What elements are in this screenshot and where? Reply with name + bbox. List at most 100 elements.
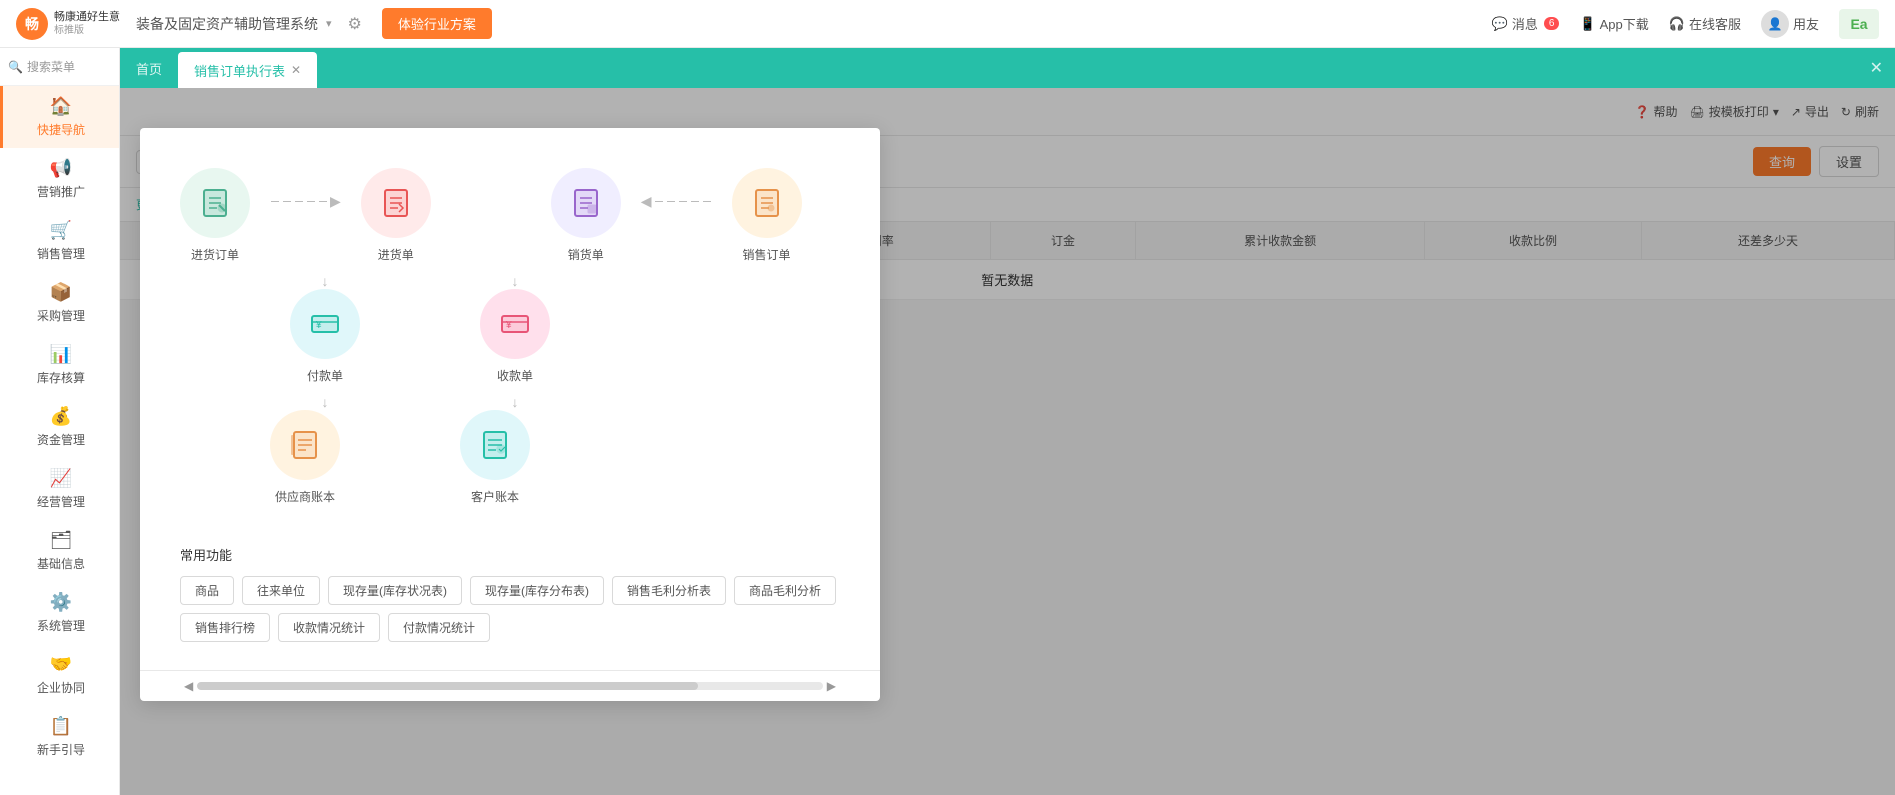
sales-bill-circle[interactable] (551, 168, 621, 238)
settings-icon[interactable]: ⚙ (348, 14, 362, 34)
tab-bar-close-icon[interactable]: ✕ (1870, 58, 1883, 78)
message-icon: 💬 (1492, 16, 1508, 32)
purchase-order-label: 进货订单 (191, 246, 239, 263)
btn-sales-rank[interactable]: 销售排行榜 (180, 613, 270, 642)
flow-node-purchase-order[interactable]: 进货订单 (180, 168, 250, 263)
supplier-ledger-circle[interactable] (270, 410, 340, 480)
megaphone-icon: 📢 (50, 158, 72, 179)
customer-ledger-circle[interactable] (460, 410, 530, 480)
trending-icon: 📈 (50, 468, 72, 489)
receipt-bill-circle[interactable]: ¥ (480, 289, 550, 359)
folder-icon: 🗂 (50, 530, 73, 551)
scroll-right-icon[interactable]: ▶ (823, 679, 840, 693)
system-dropdown-arrow[interactable]: ▾ (326, 17, 332, 30)
common-functions-title: 常用功能 (180, 545, 840, 564)
header-right: 💬 消息 6 📱 App下载 🎧 在线客服 👤 用友 Ea (1492, 9, 1879, 39)
system-title-area: 装备及固定资产辅助管理系统 ▾ ⚙ 体验行业方案 (136, 8, 1492, 39)
sidebar: 🔍 搜索菜单 🏠 快捷导航 📢 营销推广 🛒 销售管理 📦 采购管理 📊 库存核… (0, 48, 120, 795)
tab-home[interactable]: 首页 (120, 48, 178, 88)
sidebar-item-marketing[interactable]: 📢 营销推广 (0, 148, 119, 210)
flow-node-receipt-bill[interactable]: ¥ 收款单 (480, 289, 550, 384)
tab-close-icon[interactable]: ✕ (291, 63, 301, 77)
flow-row-1: 进货订单 ▶ (180, 168, 840, 263)
sidebar-item-finance[interactable]: 💰 资金管理 (0, 396, 119, 458)
scroll-track[interactable] (197, 682, 823, 690)
message-action[interactable]: 💬 消息 6 (1492, 14, 1560, 33)
btn-goods-profit[interactable]: 商品毛利分析 (734, 576, 836, 605)
arrow-row2-down: ↓ ↓ (180, 394, 840, 410)
cart-icon: 🛒 (50, 220, 72, 241)
headset-icon: 🎧 (1669, 16, 1685, 32)
flow-node-customer-ledger[interactable]: 客户账本 (460, 410, 530, 505)
main-content: 首页 销售订单执行表 ✕ ✕ ❓ 帮助 🖨 按模板打印 ▾ ↗ (120, 48, 1895, 795)
guide-icon: 📋 (50, 716, 72, 737)
flow-node-payment-bill[interactable]: ¥ 付款单 (290, 289, 360, 384)
btn-counterparty[interactable]: 往来单位 (242, 576, 320, 605)
logo-text: 畅康通好生意 标推版 (54, 10, 120, 37)
supplier-ledger-label: 供应商账本 (275, 488, 335, 505)
purchase-bill-circle[interactable] (361, 168, 431, 238)
modal-scrollbar: ◀ ▶ (140, 670, 880, 701)
flow-node-sales-order[interactable]: 销售订单 (732, 168, 802, 263)
payment-bill-label: 付款单 (307, 367, 343, 384)
user-action[interactable]: 👤 用友 (1761, 10, 1819, 38)
common-btns-row1: 商品 往来单位 现存量(库存状况表) 现存量(库存分布表) 销售毛利分析表 商品… (180, 576, 840, 605)
sidebar-item-purchase[interactable]: 📦 采购管理 (0, 272, 119, 334)
money-icon: 💰 (50, 406, 72, 427)
logo-icon: 畅 (16, 8, 48, 40)
btn-sales-profit[interactable]: 销售毛利分析表 (612, 576, 726, 605)
payment-bill-circle[interactable]: ¥ (290, 289, 360, 359)
app-download-action[interactable]: 📱 App下载 (1579, 14, 1648, 33)
gear-icon: ⚙️ (50, 592, 72, 613)
customer-ledger-label: 客户账本 (471, 488, 519, 505)
search-icon: 🔍 (8, 60, 23, 74)
sidebar-item-basic[interactable]: 🗂 基础信息 (0, 520, 119, 582)
online-service-action[interactable]: 🎧 在线客服 (1669, 14, 1741, 33)
arrow-purchase-order-to-bill: ▶ (270, 193, 341, 210)
chart-icon: 📊 (50, 344, 72, 365)
flow-area: 进货订单 ▶ (140, 128, 880, 535)
purchase-bill-label: 进货单 (378, 246, 414, 263)
handshake-icon: 🤝 (50, 654, 72, 675)
sidebar-item-quick-nav[interactable]: 🏠 快捷导航 (0, 86, 119, 148)
sales-order-label: 销售订单 (743, 246, 791, 263)
modal-box: 进货订单 ▶ (140, 128, 880, 701)
purchase-order-circle[interactable] (180, 168, 250, 238)
home-icon: 🏠 (50, 96, 72, 117)
arrow-row-down: ↓ ↓ (180, 273, 840, 289)
system-title-text: 装备及固定资产辅助管理系统 (136, 14, 318, 34)
btn-goods[interactable]: 商品 (180, 576, 234, 605)
phone-icon: 📱 (1579, 16, 1595, 32)
flow-node-sales-bill[interactable]: 销货单 (551, 168, 621, 263)
box-icon: 📦 (50, 282, 72, 303)
flow-node-supplier-ledger[interactable]: 供应商账本 (270, 410, 340, 505)
experience-btn[interactable]: 体验行业方案 (382, 8, 492, 39)
sidebar-item-inventory[interactable]: 📊 库存核算 (0, 334, 119, 396)
avatar: 👤 (1761, 10, 1789, 38)
receipt-bill-label: 收款单 (497, 367, 533, 384)
tab-sales-order[interactable]: 销售订单执行表 ✕ (178, 52, 317, 88)
sidebar-item-system[interactable]: ⚙️ 系统管理 (0, 582, 119, 644)
flow-row-2: ¥ 付款单 (180, 289, 840, 384)
flow-node-purchase-bill[interactable]: 进货单 (361, 168, 431, 263)
btn-stock-dist[interactable]: 现存量(库存分布表) (470, 576, 604, 605)
sidebar-item-operation[interactable]: 📈 经营管理 (0, 458, 119, 520)
modal-overlay[interactable]: 进货订单 ▶ (120, 88, 1895, 795)
btn-payment-stat[interactable]: 付款情况统计 (388, 613, 490, 642)
sidebar-search[interactable]: 🔍 搜索菜单 (0, 48, 119, 86)
sidebar-item-enterprise[interactable]: 🤝 企业协同 (0, 644, 119, 706)
sidebar-item-sales[interactable]: 🛒 销售管理 (0, 210, 119, 272)
btn-receipt-stat[interactable]: 收款情况统计 (278, 613, 380, 642)
logo-area: 畅 畅康通好生意 标推版 (16, 8, 136, 40)
ea-avatar[interactable]: Ea (1839, 9, 1879, 39)
content-area: ❓ 帮助 🖨 按模板打印 ▾ ↗ 导出 ↻ 刷新 (120, 88, 1895, 795)
tab-bar: 首页 销售订单执行表 ✕ ✕ (120, 48, 1895, 88)
btn-stock-status[interactable]: 现存量(库存状况表) (328, 576, 462, 605)
common-functions-section: 常用功能 商品 往来单位 现存量(库存状况表) 现存量(库存分布表) 销售毛利分… (140, 535, 880, 670)
sidebar-item-guide[interactable]: 📋 新手引导 (0, 706, 119, 768)
scroll-left-icon[interactable]: ◀ (180, 679, 197, 693)
sales-bill-label: 销货单 (568, 246, 604, 263)
arrow-sales-order-to-bill: ◀ (641, 193, 712, 210)
sales-order-circle[interactable] (732, 168, 802, 238)
common-btns-row2: 销售排行榜 收款情况统计 付款情况统计 (180, 613, 840, 642)
